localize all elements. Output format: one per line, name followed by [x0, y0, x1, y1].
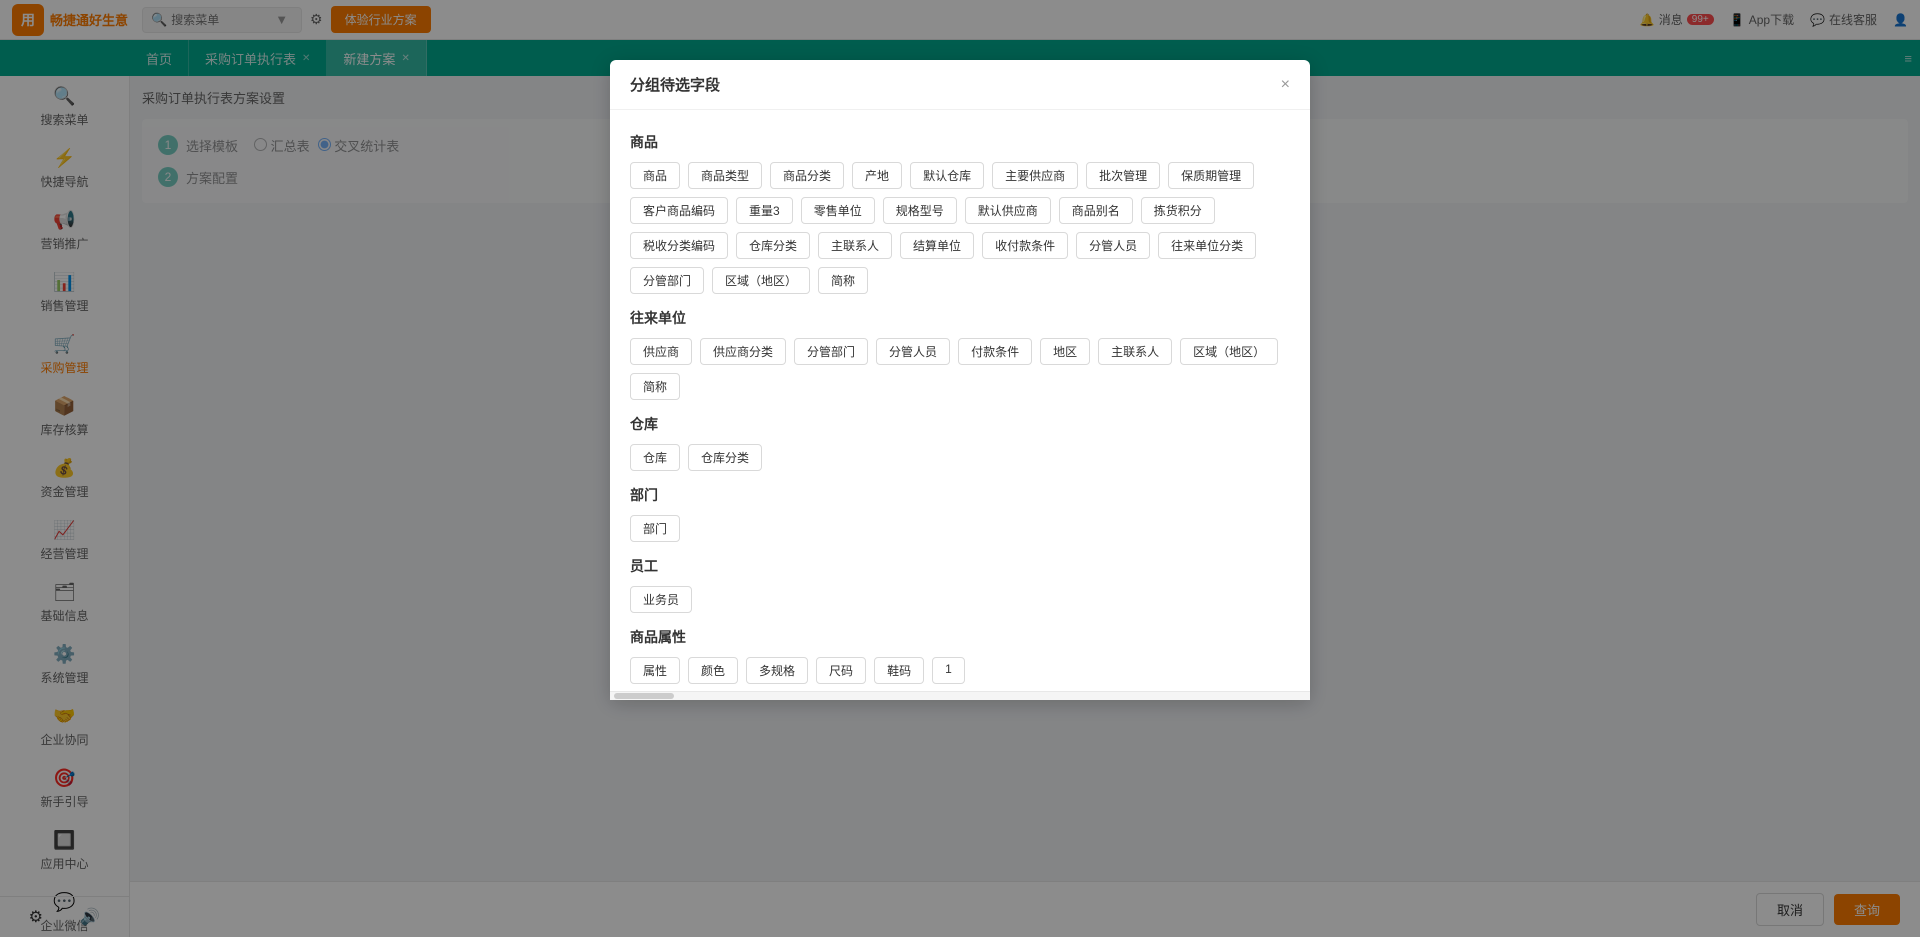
section-employee: 员工 业务员 [630, 556, 1290, 613]
employee-tags: 业务员 [630, 586, 1290, 613]
product-tags: 商品 商品类型 商品分类 产地 默认仓库 主要供应商 批次管理 保质期管理 客户… [630, 162, 1290, 294]
tag-supplier[interactable]: 供应商 [630, 338, 692, 365]
tag-partner-dept[interactable]: 分管部门 [794, 338, 868, 365]
tag-spec-model[interactable]: 规格型号 [883, 197, 957, 224]
tag-warehouse-cat[interactable]: 仓库分类 [688, 444, 762, 471]
tag-contact[interactable]: 主联系人 [1098, 338, 1172, 365]
partner-tags: 供应商 供应商分类 分管部门 分管人员 付款条件 地区 主联系人 区域（地区） … [630, 338, 1290, 400]
section-employee-title: 员工 [630, 556, 1290, 576]
tag-warehouse[interactable]: 仓库 [630, 444, 680, 471]
section-warehouse-title: 仓库 [630, 414, 1290, 434]
tag-short-name[interactable]: 简称 [630, 373, 680, 400]
tag-payment-terms[interactable]: 收付款条件 [982, 232, 1068, 259]
tag-partner-supervisor[interactable]: 分管人员 [876, 338, 950, 365]
modal-content: 商品 商品 商品类型 商品分类 产地 默认仓库 主要供应商 批次管理 保质期管理… [610, 110, 1310, 691]
modal-overlay: 分组待选字段 × 商品 商品 商品类型 商品分类 产地 默认仓库 主要供应商 批… [0, 0, 1920, 937]
tag-batch-mgmt[interactable]: 批次管理 [1086, 162, 1160, 189]
modal-title: 分组待选字段 [630, 74, 720, 95]
tag-area[interactable]: 区域（地区） [1180, 338, 1278, 365]
tag-pick-points[interactable]: 拣货积分 [1141, 197, 1215, 224]
tag-dept-mgmt[interactable]: 分管部门 [630, 267, 704, 294]
tag-main-contact[interactable]: 主联系人 [818, 232, 892, 259]
tag-supplier-category[interactable]: 供应商分类 [700, 338, 786, 365]
tag-origin[interactable]: 产地 [852, 162, 902, 189]
tag-retail-unit[interactable]: 零售单位 [801, 197, 875, 224]
section-attr-title: 商品属性 [630, 627, 1290, 647]
tag-default-supplier[interactable]: 默认供应商 [965, 197, 1051, 224]
section-department: 部门 部门 [630, 485, 1290, 542]
warehouse-tags: 仓库 仓库分类 [630, 444, 1290, 471]
tag-settlement-unit[interactable]: 结算单位 [900, 232, 974, 259]
tag-shoe-size[interactable]: 鞋码 [874, 657, 924, 684]
tag-multispec[interactable]: 多规格 [746, 657, 808, 684]
tag-product-type[interactable]: 商品类型 [688, 162, 762, 189]
section-product-title: 商品 [630, 132, 1290, 152]
tag-partner-category[interactable]: 往来单位分类 [1158, 232, 1256, 259]
tag-size[interactable]: 尺码 [816, 657, 866, 684]
tag-weight3[interactable]: 重量3 [736, 197, 793, 224]
tag-customer-code[interactable]: 客户商品编码 [630, 197, 728, 224]
tag-attr[interactable]: 属性 [630, 657, 680, 684]
field-select-modal: 分组待选字段 × 商品 商品 商品类型 商品分类 产地 默认仓库 主要供应商 批… [610, 60, 1310, 700]
modal-close-button[interactable]: × [1281, 76, 1290, 94]
tag-product[interactable]: 商品 [630, 162, 680, 189]
section-department-title: 部门 [630, 485, 1290, 505]
tag-one[interactable]: 1 [932, 657, 965, 684]
tag-product-alias[interactable]: 商品别名 [1059, 197, 1133, 224]
tag-tax-code[interactable]: 税收分类编码 [630, 232, 728, 259]
tag-dept[interactable]: 部门 [630, 515, 680, 542]
tag-color[interactable]: 颜色 [688, 657, 738, 684]
section-partner-title: 往来单位 [630, 308, 1290, 328]
section-product: 商品 商品 商品类型 商品分类 产地 默认仓库 主要供应商 批次管理 保质期管理… [630, 132, 1290, 294]
department-tags: 部门 [630, 515, 1290, 542]
tag-district[interactable]: 地区 [1040, 338, 1090, 365]
tag-pay-terms[interactable]: 付款条件 [958, 338, 1032, 365]
tag-main-supplier[interactable]: 主要供应商 [992, 162, 1078, 189]
section-product-attr: 商品属性 属性 颜色 多规格 尺码 鞋码 1 [630, 627, 1290, 684]
tag-warehouse-category[interactable]: 仓库分类 [736, 232, 810, 259]
tag-default-warehouse[interactable]: 默认仓库 [910, 162, 984, 189]
tag-supervisor[interactable]: 分管人员 [1076, 232, 1150, 259]
tag-abbr[interactable]: 简称 [818, 267, 868, 294]
hscroll-thumb [614, 693, 674, 699]
modal-inner: 商品 商品 商品类型 商品分类 产地 默认仓库 主要供应商 批次管理 保质期管理… [610, 110, 1310, 691]
modal-header: 分组待选字段 × [610, 60, 1310, 110]
modal-hscrollbar [610, 691, 1310, 700]
tag-salesperson[interactable]: 业务员 [630, 586, 692, 613]
tag-region[interactable]: 区域（地区） [712, 267, 810, 294]
attr-tags: 属性 颜色 多规格 尺码 鞋码 1 [630, 657, 1290, 684]
section-warehouse: 仓库 仓库 仓库分类 [630, 414, 1290, 471]
tag-shelf-life[interactable]: 保质期管理 [1168, 162, 1254, 189]
tag-product-category[interactable]: 商品分类 [770, 162, 844, 189]
section-partner: 往来单位 供应商 供应商分类 分管部门 分管人员 付款条件 地区 主联系人 区域… [630, 308, 1290, 400]
